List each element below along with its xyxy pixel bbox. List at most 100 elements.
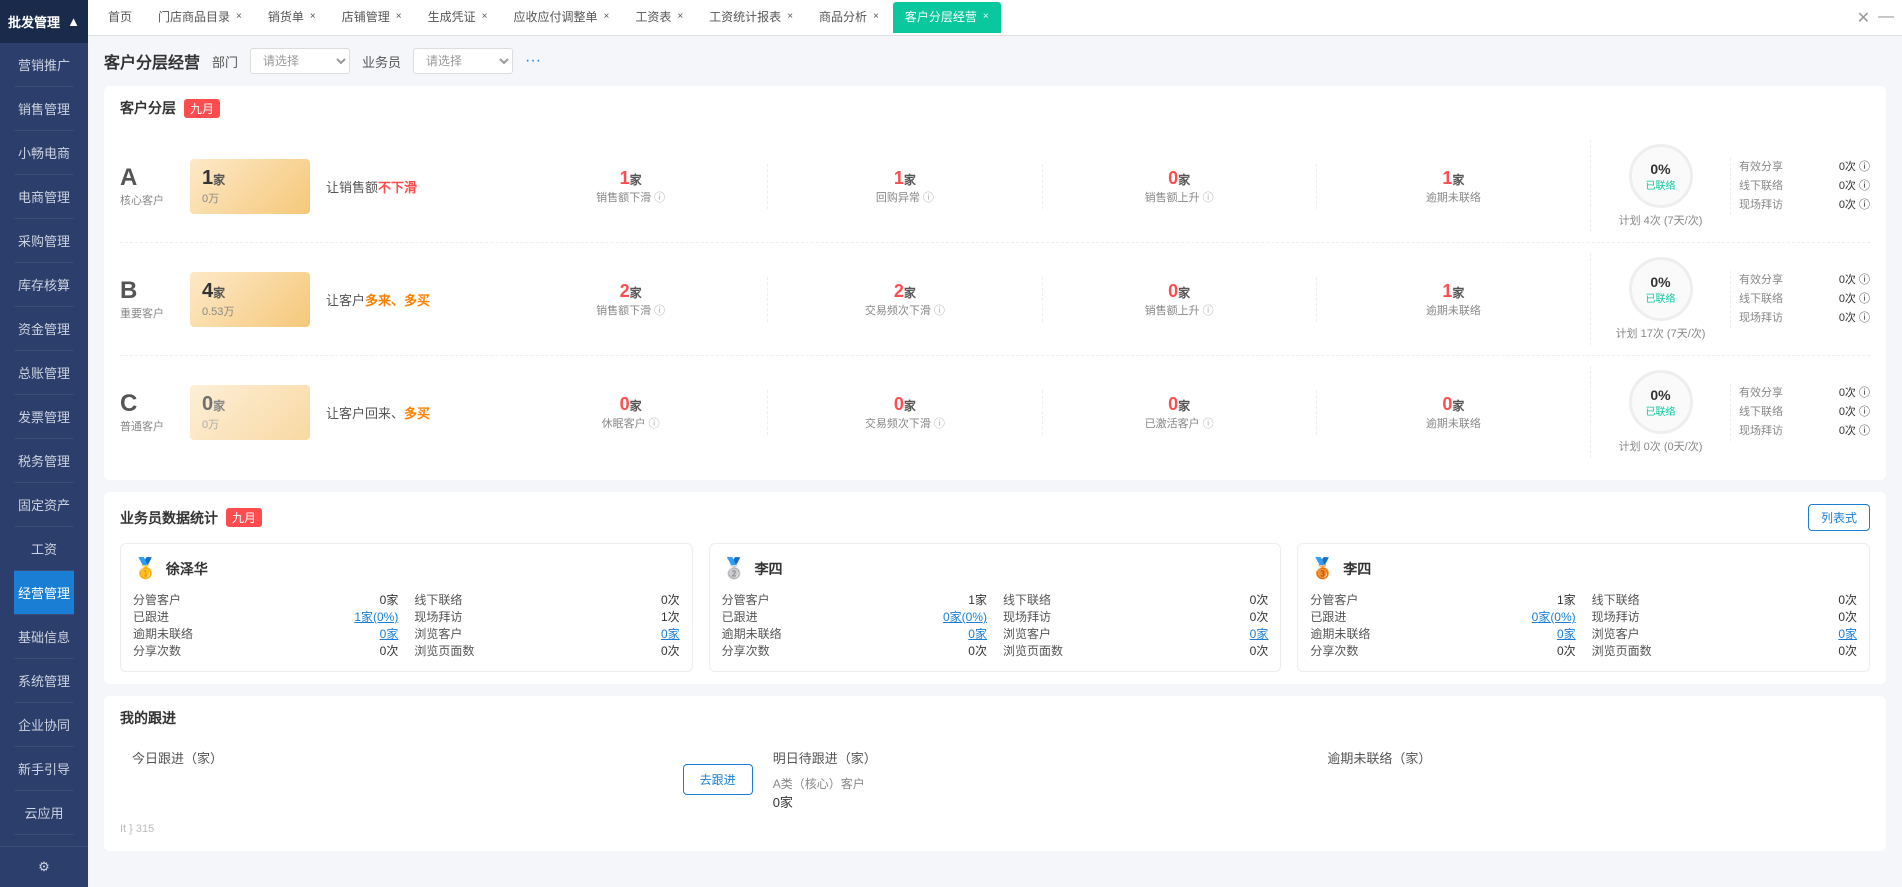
stat-val[interactable]: 1家(0%) [354,608,398,625]
stat-val[interactable]: 0家 [968,625,987,642]
tier-count-sub-C: 0万 [202,416,298,432]
stat-val[interactable]: 0家(0%) [1532,608,1576,625]
tab-工资统计报表[interactable]: 工资统计报表× [697,2,805,33]
staff-section-header: 业务员数据统计 九月 列表式 [120,504,1870,531]
today-follow-cell: 今日跟进（家） [120,740,675,819]
sidebar-item-固定资产[interactable]: 固定资产 [14,483,74,527]
tab-close-销货单[interactable]: × [310,11,316,22]
stat-label: 已跟进 [722,608,758,625]
tab-门店商品目录[interactable]: 门店商品目录× [146,2,254,33]
stat-label: 已跟进 [133,608,169,625]
sidebar-item-云应用[interactable]: 云应用 [14,791,74,835]
sidebar-item-基础信息[interactable]: 基础信息 [14,615,74,659]
stat-num: 0家 [1051,281,1308,302]
right-stat-row: 有效分享0次 ⓘ [1739,271,1870,287]
sidebar-item-发票管理[interactable]: 发票管理 [14,395,74,439]
dept-select[interactable]: 请选择 [250,48,350,74]
minimize-icon[interactable]: — [1878,8,1894,28]
stat-label: 休眠客户 ⓘ [502,415,759,431]
stat-num: 1家 [1325,168,1582,189]
tier-stat-B-1: 2家交易频次下滑 ⓘ [768,277,1042,322]
close-window-icon[interactable]: ✕ [1857,8,1870,28]
more-options-icon[interactable]: ··· [525,52,541,70]
staff-select[interactable]: 请选择 [413,48,513,74]
tab-生成凭证[interactable]: 生成凭证× [416,2,500,33]
tab-客户分层经营[interactable]: 客户分层经营× [893,2,1001,33]
stat-val[interactable]: 0家 [1557,625,1576,642]
tab-工资表[interactable]: 工资表× [623,2,695,33]
tier-stat-C-3: 0家逾期未联络 [1317,390,1590,435]
staff-stat-right: 浏览客户0家 [1003,625,1268,642]
tier-name-A: 核心客户 [120,192,190,208]
sidebar-settings[interactable]: ⚙ [0,846,88,887]
contact-plan-A: 计划 4次 (7天/次) [1599,212,1722,228]
stat-val[interactable]: 0家(0%) [943,608,987,625]
tab-close-应收应付调整单[interactable]: × [603,11,609,22]
tab-首页[interactable]: 首页 [96,2,144,33]
sidebar-item-企业协同[interactable]: 企业协同 [14,703,74,747]
stat-num: 2家 [502,281,759,302]
sidebar-item-资金管理[interactable]: 资金管理 [14,307,74,351]
sidebar-item-工资[interactable]: 工资 [14,527,74,571]
tabs-actions: ✕ — [1857,8,1894,28]
stat-val[interactable]: 0家 [1838,625,1857,642]
right-stat-row: 线下联络0次 ⓘ [1739,177,1870,193]
sidebar-item-小畅电商[interactable]: 小畅电商 [14,131,74,175]
sidebar-item-税务管理[interactable]: 税务管理 [14,439,74,483]
follow-section-title: 我的跟进 [120,708,176,728]
tab-销货单[interactable]: 销货单× [256,2,328,33]
stat-label: 逾期未联络 [1310,625,1370,642]
tier-stat-A-0: 1家销售额下滑 ⓘ [494,164,768,209]
tab-店铺管理[interactable]: 店铺管理× [330,2,414,33]
overdue-follow-label: 逾期未联络（家） [1327,748,1858,767]
stat-val[interactable]: 0家 [380,625,399,642]
tab-商品分析[interactable]: 商品分析× [807,2,891,33]
contact-circle-A: 0% 已联络 [1629,144,1693,208]
staff-card-0: 🥇徐泽华分管客户0家已跟进1家(0%)逾期未联络0家分享次数0次线下联络0次现场… [120,543,693,672]
stat-label: 浏览客户 [1592,625,1640,642]
sidebar-header[interactable]: 批发管理 ▲ [0,0,88,43]
contact-pct: 0% [1650,274,1670,290]
staff-stat-right: 现场拜访1次 [414,608,679,625]
staff-stat-left: 分管客户1家 [722,591,987,608]
tier-stat-C-0: 0家休眠客户 ⓘ [494,390,768,435]
contact-label: 已联络 [1646,177,1676,192]
sidebar-item-经营管理[interactable]: 经营管理 [14,571,74,615]
stat-val: 0次 [661,591,680,608]
tab-close-工资统计报表[interactable]: × [787,11,793,22]
tab-close-商品分析[interactable]: × [873,11,879,22]
go-follow-button[interactable]: 去跟进 [683,764,753,795]
staff-stat-right: 现场拜访0次 [1003,608,1268,625]
sidebar-item-系统管理[interactable]: 系统管理 [14,659,74,703]
tab-close-工资表[interactable]: × [677,11,683,22]
staff-stat-left: 逾期未联络0家 [722,625,987,642]
staff-left-col-0: 分管客户0家已跟进1家(0%)逾期未联络0家分享次数0次 [133,591,398,659]
stat-val[interactable]: 0家 [661,625,680,642]
staff-stat-right: 浏览页面数0次 [1003,642,1268,659]
sidebar-item-库存核算[interactable]: 库存核算 [14,263,74,307]
staff-stat-right: 线下联络0次 [1592,591,1857,608]
tier-contact-C: 0% 已联络 计划 0次 (0天/次) [1590,366,1730,458]
overdue-follow-cell: 逾期未联络（家） [1315,740,1870,819]
tab-close-生成凭证[interactable]: × [482,11,488,22]
tab-close-客户分层经营[interactable]: × [983,11,989,22]
sidebar-item-新手引导[interactable]: 新手引导 [14,747,74,791]
tab-close-门店商品目录[interactable]: × [236,11,242,22]
staff-stat-left: 逾期未联络0家 [133,625,398,642]
tab-close-店铺管理[interactable]: × [396,11,402,22]
list-view-button[interactable]: 列表式 [1808,504,1870,531]
sidebar-item-营销推广[interactable]: 营销推广 [14,43,74,87]
sidebar-item-采购管理[interactable]: 采购管理 [14,219,74,263]
tomorrow-follow-label: 明日待跟进（家） [773,748,1304,767]
stat-label: 线下联络 [414,591,462,608]
stat-val[interactable]: 0家 [1250,625,1269,642]
tier-stats-A: 1家销售额下滑 ⓘ1家回购异常 ⓘ0家销售额上升 ⓘ1家逾期未联络 [494,164,1590,209]
sidebar-item-销售管理[interactable]: 销售管理 [14,87,74,131]
staff-left-col-2: 分管客户1家已跟进0家(0%)逾期未联络0家分享次数0次 [1310,591,1575,659]
tab-应收应付调整单[interactable]: 应收应付调整单× [501,2,621,33]
tier-stats-C: 0家休眠客户 ⓘ0家交易频次下滑 ⓘ0家已激活客户 ⓘ0家逾期未联络 [494,390,1590,435]
sidebar-item-总账管理[interactable]: 总账管理 [14,351,74,395]
filter-bar: 客户分层经营 部门 请选择 业务员 请选择 ··· [104,48,1886,74]
sidebar-item-电商管理[interactable]: 电商管理 [14,175,74,219]
staff-right-col-1: 线下联络0次现场拜访0次浏览客户0家浏览页面数0次 [1003,591,1268,659]
